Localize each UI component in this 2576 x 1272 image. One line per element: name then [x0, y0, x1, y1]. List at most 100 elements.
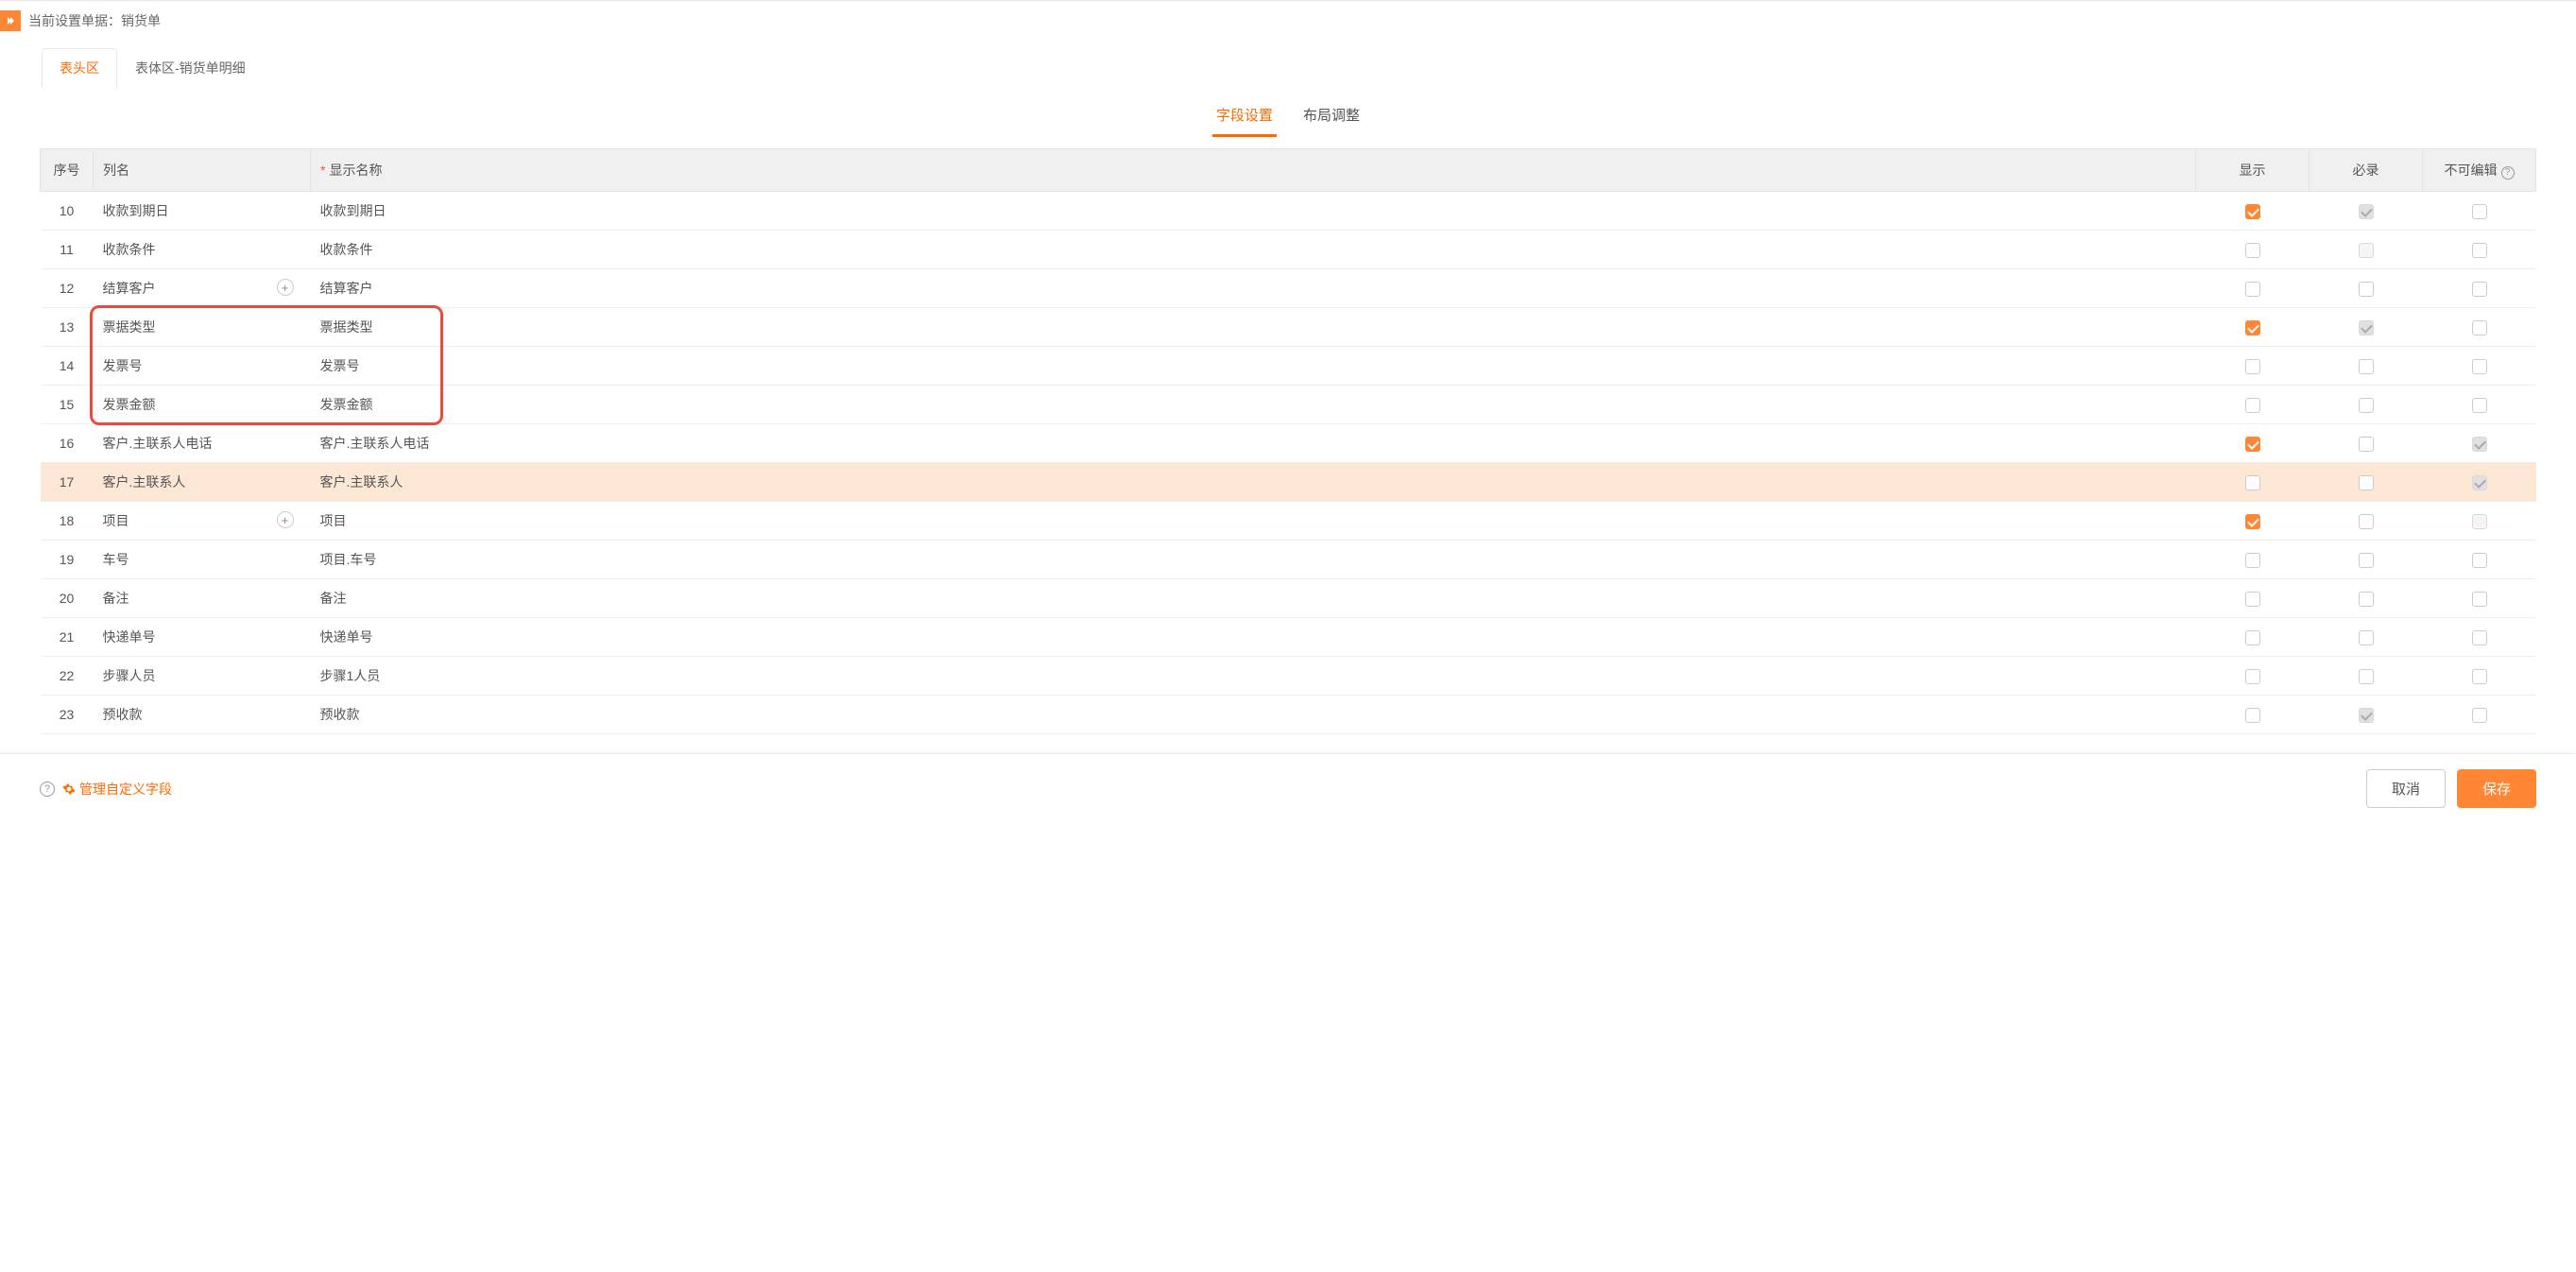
checkbox-show[interactable] [2245, 708, 2260, 723]
footer-right: 取消 保存 [2366, 769, 2536, 808]
cell-dispname[interactable]: 结算客户 [311, 269, 2196, 308]
checkbox-required[interactable] [2359, 630, 2374, 645]
cell-seq: 17 [41, 463, 94, 502]
cancel-button[interactable]: 取消 [2366, 769, 2446, 808]
checkbox-readonly[interactable] [2472, 359, 2487, 374]
add-subfield-button[interactable]: + [277, 511, 294, 528]
chevron-right-double-icon [5, 15, 16, 26]
cell-show [2196, 347, 2310, 386]
colname-text: 收款条件 [103, 242, 156, 257]
cell-dispname[interactable]: 备注 [311, 579, 2196, 618]
cell-dispname[interactable]: 客户.主联系人电话 [311, 424, 2196, 463]
checkbox-show[interactable] [2245, 282, 2260, 297]
cell-readonly [2423, 502, 2536, 541]
colname-text: 快递单号 [103, 629, 156, 645]
cell-dispname[interactable]: 收款到期日 [311, 192, 2196, 231]
cell-seq: 20 [41, 579, 94, 618]
checkbox-readonly[interactable] [2472, 320, 2487, 335]
cell-readonly [2423, 347, 2536, 386]
checkbox-readonly[interactable] [2472, 282, 2487, 297]
checkbox-required[interactable] [2359, 282, 2374, 297]
cell-dispname[interactable]: 项目 [311, 502, 2196, 541]
checkbox-show[interactable] [2245, 514, 2260, 529]
checkbox-required[interactable] [2359, 592, 2374, 607]
checkbox-show[interactable] [2245, 553, 2260, 568]
cell-seq: 22 [41, 657, 94, 696]
cell-dispname[interactable]: 预收款 [311, 696, 2196, 734]
cell-required [2310, 347, 2423, 386]
cell-show [2196, 269, 2310, 308]
col-header-seq: 序号 [41, 149, 94, 192]
checkbox-readonly[interactable] [2472, 553, 2487, 568]
sub-tab-1[interactable]: 布局调整 [1299, 105, 1364, 137]
checkbox-show[interactable] [2245, 243, 2260, 258]
cell-colname: 收款到期日 [94, 192, 311, 231]
cell-readonly [2423, 386, 2536, 424]
cell-dispname[interactable]: 收款条件 [311, 231, 2196, 269]
cell-show [2196, 192, 2310, 231]
table-row: 18项目+项目 [41, 502, 2536, 541]
checkbox-readonly[interactable] [2472, 592, 2487, 607]
cell-readonly [2423, 463, 2536, 502]
cell-dispname[interactable]: 项目.车号 [311, 541, 2196, 579]
checkbox-required[interactable] [2359, 359, 2374, 374]
col-header-required: 必录 [2310, 149, 2423, 192]
cell-show [2196, 386, 2310, 424]
table-row: 22步骤人员步骤1人员 [41, 657, 2536, 696]
collapse-toggle[interactable] [0, 10, 21, 31]
cell-dispname[interactable]: 发票金额 [311, 386, 2196, 424]
checkbox-show[interactable] [2245, 204, 2260, 219]
main-tab-0[interactable]: 表头区 [42, 48, 117, 88]
table-row: 12结算客户+结算客户 [41, 269, 2536, 308]
field-settings-table: 序号 列名 *显示名称 显示 必录 不可编辑? 10收款到期日收款到期日11收款… [40, 148, 2536, 734]
table-row: 17客户.主联系人客户.主联系人 [41, 463, 2536, 502]
manage-custom-fields-link[interactable]: 管理自定义字段 [62, 780, 172, 799]
checkbox-required[interactable] [2359, 553, 2374, 568]
table-row: 16客户.主联系人电话客户.主联系人电话 [41, 424, 2536, 463]
colname-text: 备注 [103, 591, 129, 606]
checkbox-show[interactable] [2245, 359, 2260, 374]
checkbox-show[interactable] [2245, 475, 2260, 490]
cell-seq: 13 [41, 308, 94, 347]
cell-required [2310, 463, 2423, 502]
checkbox-show[interactable] [2245, 630, 2260, 645]
checkbox-required[interactable] [2359, 437, 2374, 452]
checkbox-required[interactable] [2359, 514, 2374, 529]
cell-dispname[interactable]: 发票号 [311, 347, 2196, 386]
checkbox-required[interactable] [2359, 669, 2374, 684]
add-subfield-button[interactable]: + [277, 279, 294, 296]
cell-seq: 10 [41, 192, 94, 231]
checkbox-readonly[interactable] [2472, 708, 2487, 723]
help-icon[interactable]: ? [2501, 166, 2515, 180]
main-tab-1[interactable]: 表体区-销货单明细 [117, 48, 264, 88]
checkbox-required[interactable] [2359, 398, 2374, 413]
cell-readonly [2423, 579, 2536, 618]
checkbox-required[interactable] [2359, 475, 2374, 490]
cell-dispname[interactable]: 客户.主联系人 [311, 463, 2196, 502]
checkbox-show[interactable] [2245, 398, 2260, 413]
checkbox-readonly[interactable] [2472, 669, 2487, 684]
cell-dispname[interactable]: 步骤1人员 [311, 657, 2196, 696]
cell-dispname[interactable]: 快递单号 [311, 618, 2196, 657]
sub-tab-0[interactable]: 字段设置 [1212, 105, 1277, 137]
checkbox-readonly[interactable] [2472, 630, 2487, 645]
cell-colname: 步骤人员 [94, 657, 311, 696]
checkbox-readonly[interactable] [2472, 398, 2487, 413]
question-icon[interactable]: ? [40, 782, 55, 797]
checkbox-show[interactable] [2245, 669, 2260, 684]
cell-seq: 11 [41, 231, 94, 269]
cell-colname: 票据类型 [94, 308, 311, 347]
table-row: 15发票金额发票金额 [41, 386, 2536, 424]
checkbox-show[interactable] [2245, 320, 2260, 335]
save-button[interactable]: 保存 [2457, 769, 2536, 808]
cell-readonly [2423, 231, 2536, 269]
cell-dispname[interactable]: 票据类型 [311, 308, 2196, 347]
checkbox-show[interactable] [2245, 592, 2260, 607]
checkbox-readonly[interactable] [2472, 243, 2487, 258]
cell-readonly [2423, 618, 2536, 657]
checkbox-readonly[interactable] [2472, 204, 2487, 219]
checkbox-show[interactable] [2245, 437, 2260, 452]
table-row: 10收款到期日收款到期日 [41, 192, 2536, 231]
cell-show [2196, 618, 2310, 657]
footer-left: ? 管理自定义字段 [40, 780, 172, 799]
